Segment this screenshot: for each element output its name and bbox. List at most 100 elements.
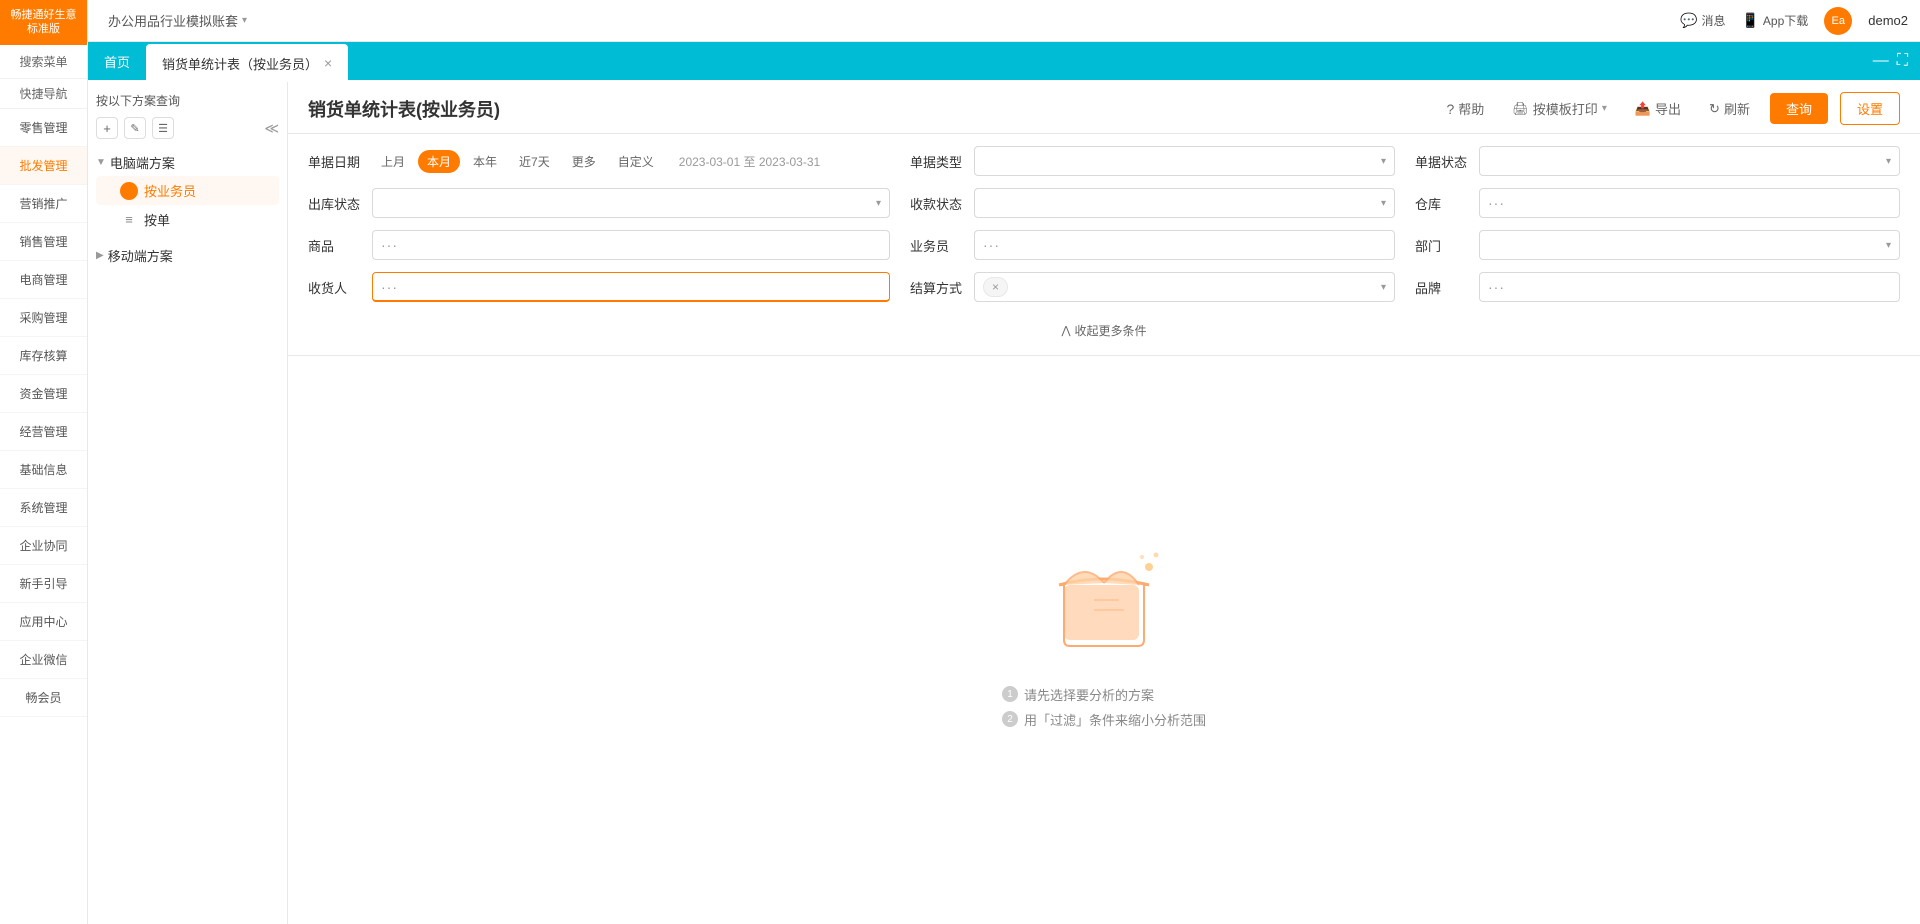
sidebar-item-finance[interactable]: 资金管理 [0, 375, 87, 413]
sidebar-item-purchase[interactable]: 采购管理 [0, 299, 87, 337]
more-scheme-button[interactable]: ☰ [152, 117, 174, 139]
date-tab-last-month[interactable]: 上月 [372, 150, 414, 173]
collapse-conditions-button[interactable]: ⋀ 收起更多条件 [308, 314, 1900, 343]
refresh-button[interactable]: ↻ 刷新 [1701, 95, 1758, 122]
payment-status-input[interactable]: ▾ [974, 188, 1395, 218]
tab-close-icon[interactable]: × [324, 55, 332, 71]
sidebar-item-ecommerce[interactable]: 电商管理 [0, 261, 87, 299]
app-download-button[interactable]: 📱 App下载 [1741, 12, 1808, 29]
sidebar-item-marketing[interactable]: 营销推广 [0, 185, 87, 223]
sidebar-search[interactable]: 搜索菜单 [0, 45, 87, 79]
sidebar-item-members[interactable]: 畅会员 [0, 679, 87, 717]
tab-bar-right: — ⛶ [1873, 52, 1920, 70]
payment-status-chevron: ▾ [1381, 198, 1386, 209]
warehouse-input[interactable]: ··· [1479, 188, 1900, 218]
date-tab-current-year[interactable]: 本年 [464, 150, 506, 173]
sidebar-item-apps[interactable]: 应用中心 [0, 603, 87, 641]
settlement-tag-close[interactable]: × [992, 280, 999, 294]
empty-hint-2: 2 用「过滤」条件来缩小分析范围 [1002, 710, 1206, 729]
sidebar-item-wholesale[interactable]: 批发管理 [0, 147, 87, 185]
edit-scheme-button[interactable]: ✎ [124, 117, 146, 139]
payment-status-filter-field: 收款状态 ▾ [910, 188, 1395, 218]
message-button[interactable]: 💬 消息 [1680, 12, 1725, 29]
sidebar-item-wechat[interactable]: 企业微信 [0, 641, 87, 679]
doc-type-label: 单据类型 [910, 152, 966, 171]
tab-maximize-button[interactable]: ⛶ [1897, 52, 1908, 70]
desktop-scheme-section: ▼ 电脑端方案 按业务员 ≡ 按单 [96, 149, 279, 234]
settlement-input[interactable]: × ▾ [974, 272, 1395, 302]
desktop-scheme-arrow: ▼ [96, 157, 106, 168]
help-label: 帮助 [1458, 99, 1484, 118]
user-name[interactable]: demo2 [1868, 13, 1908, 28]
collapse-panel-button[interactable]: ≪ [264, 120, 279, 137]
sidebar-item-retail[interactable]: 零售管理 [0, 109, 87, 147]
settings-button[interactable]: 设置 [1840, 92, 1900, 125]
date-tab-custom[interactable]: 自定义 [609, 150, 663, 173]
collapse-up-icon: ⋀ [1061, 324, 1070, 337]
tab-home[interactable]: 首页 [88, 42, 146, 80]
scheme-item-by-staff[interactable]: 按业务员 [96, 176, 279, 205]
sidebar-item-inventory[interactable]: 库存核算 [0, 337, 87, 375]
department-input[interactable]: ▾ [1479, 230, 1900, 260]
staff-input[interactable]: ··· [974, 230, 1395, 260]
sidebar: 畅捷通好生意 标准版 搜索菜单 快捷导航 零售管理 批发管理 营销推广 销售管理… [0, 0, 88, 924]
logo[interactable]: 畅捷通好生意 标准版 [0, 0, 87, 45]
doc-status-chevron: ▾ [1886, 156, 1891, 167]
doc-status-input[interactable]: ▾ [1479, 146, 1900, 176]
date-tab-current-month[interactable]: 本月 [418, 150, 460, 173]
doc-type-input[interactable]: ▾ [974, 146, 1395, 176]
page-header: 销货单统计表(按业务员) ? 帮助 🖨 按模板打印 ▾ 📤 导出 [288, 80, 1920, 134]
sidebar-item-operations[interactable]: 经营管理 [0, 413, 87, 451]
out-status-input[interactable]: ▾ [372, 188, 890, 218]
brand-label: 品牌 [1415, 278, 1471, 297]
sidebar-item-enterprise[interactable]: 企业协同 [0, 527, 87, 565]
message-label: 消息 [1701, 12, 1725, 29]
empty-illustration [1044, 545, 1164, 665]
left-panel: 按以下方案查询 + ✎ ☰ ≪ ▼ 电脑端方案 按业务员 ≡ [88, 80, 288, 924]
mobile-scheme-header[interactable]: ▶ 移动端方案 [96, 242, 279, 269]
desktop-scheme-label: 电脑端方案 [110, 153, 175, 172]
sidebar-item-system[interactable]: 系统管理 [0, 489, 87, 527]
brand-input[interactable]: ··· [1479, 272, 1900, 302]
doc-type-filter-field: 单据类型 ▾ [910, 146, 1395, 176]
date-filter: 上月 本月 本年 近7天 更多 自定义 2023-03-01 至 2023-03… [372, 150, 890, 173]
mobile-scheme-arrow: ▶ [96, 250, 104, 261]
export-button[interactable]: 📤 导出 [1627, 95, 1689, 122]
help-button[interactable]: ? 帮助 [1438, 95, 1492, 122]
query-button[interactable]: 查询 [1770, 93, 1828, 124]
empty-svg [1044, 545, 1164, 655]
date-tab-last-7[interactable]: 近7天 [510, 150, 559, 173]
tab-sales-stats[interactable]: 销货单统计表（按业务员） × [146, 44, 348, 82]
print-label: 按模板打印 [1533, 99, 1598, 118]
date-range-text: 2023-03-01 至 2023-03-31 [679, 153, 820, 170]
sidebar-menu-list: 零售管理 批发管理 营销推广 销售管理 电商管理 采购管理 库存核算 资金管理 … [0, 109, 87, 924]
doc-status-label: 单据状态 [1415, 152, 1471, 171]
user-avatar[interactable]: Ea [1824, 7, 1852, 35]
sidebar-item-basic[interactable]: 基础信息 [0, 451, 87, 489]
print-chevron: ▾ [1602, 103, 1607, 114]
app-selector[interactable]: 办公用品行业模拟账套 ▾ [100, 7, 255, 34]
goods-input[interactable]: ··· [372, 230, 890, 260]
logo-text: 畅捷通好生意 标准版 [4, 8, 83, 37]
recipient-input[interactable]: ··· [372, 272, 890, 302]
add-scheme-button[interactable]: + [96, 117, 118, 139]
tab-home-label: 首页 [104, 52, 130, 71]
scheme-item-by-order[interactable]: ≡ 按单 [96, 205, 279, 234]
export-icon: 📤 [1635, 101, 1651, 117]
desktop-scheme-header[interactable]: ▼ 电脑端方案 [96, 149, 279, 176]
sidebar-quick-nav[interactable]: 快捷导航 [0, 79, 87, 109]
download-icon: 📱 [1741, 12, 1758, 29]
refresh-label: 刷新 [1724, 99, 1750, 118]
print-button[interactable]: 🖨 按模板打印 ▾ [1504, 95, 1615, 122]
message-icon: 💬 [1680, 12, 1697, 29]
refresh-icon: ↻ [1709, 101, 1720, 117]
out-status-filter-field: 出库状态 ▾ [308, 188, 890, 218]
sidebar-item-newbie[interactable]: 新手引导 [0, 565, 87, 603]
staff-label: 业务员 [910, 236, 966, 255]
app-selector-label: 办公用品行业模拟账套 [108, 11, 238, 30]
date-tab-more[interactable]: 更多 [563, 150, 605, 173]
sidebar-item-sales[interactable]: 销售管理 [0, 223, 87, 261]
main-area: 办公用品行业模拟账套 ▾ 💬 消息 📱 App下载 Ea demo2 首页 销货… [88, 0, 1920, 924]
by-order-icon: ≡ [120, 211, 138, 229]
tab-minimize-button[interactable]: — [1873, 52, 1889, 70]
